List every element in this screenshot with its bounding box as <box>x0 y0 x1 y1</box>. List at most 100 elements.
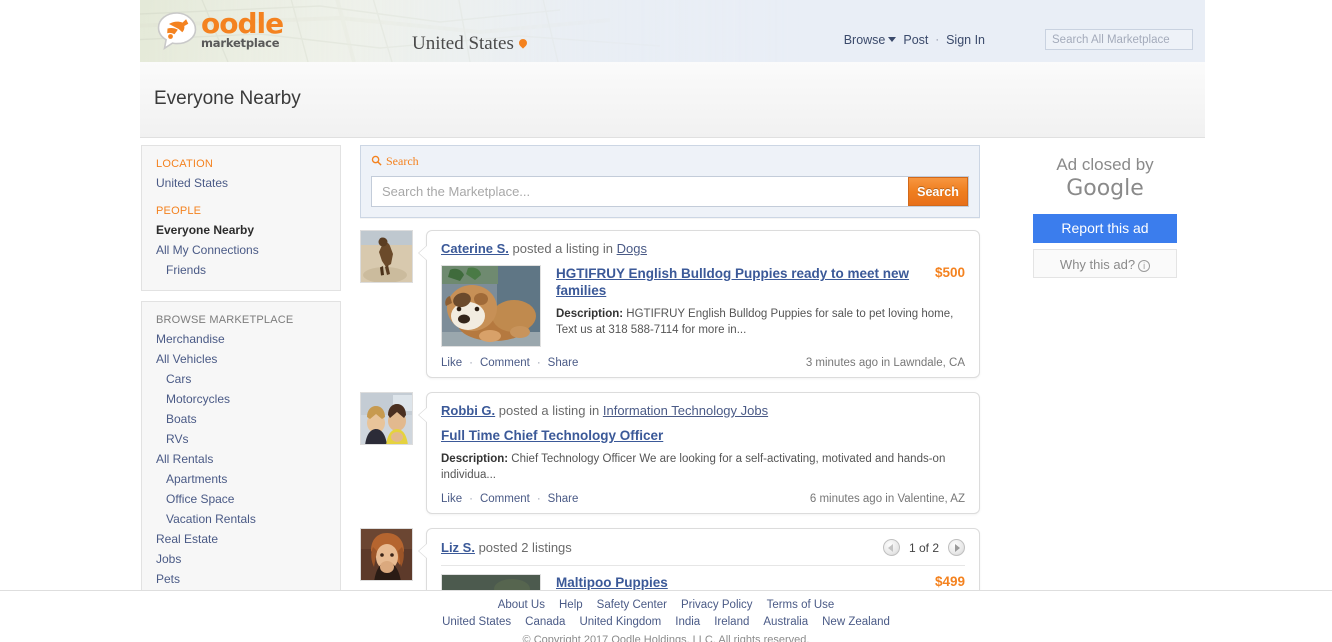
country-selector[interactable]: United States <box>412 33 527 55</box>
post-actions: Like · Comment · Share 6 minutes ago in … <box>441 493 965 505</box>
sidebar-item-vacation-rentals[interactable]: Vacation Rentals <box>142 509 340 529</box>
country-label: United States <box>412 33 514 54</box>
listing-description: Description: Chief Technology Officer We… <box>441 451 965 483</box>
footer-links: About Us Help Safety Center Privacy Policy T… <box>0 591 1332 614</box>
footer-country-canada[interactable]: Canada <box>525 616 565 628</box>
sidebar-people-list: Everyone Nearby All My Connections Frien… <box>142 220 340 280</box>
listing-price: $499 <box>934 574 965 589</box>
chevron-left-icon[interactable] <box>882 539 900 556</box>
listing-description: Description: HGTIFRUY English Bulldog Pu… <box>556 306 965 338</box>
post-author[interactable]: Caterine S. <box>441 241 509 256</box>
comment-button[interactable]: Comment <box>480 357 530 369</box>
listing-head: Maltipoo Puppies $499 <box>556 574 965 591</box>
footer-country-ireland[interactable]: Ireland <box>714 616 749 628</box>
chevron-right-icon[interactable] <box>948 539 965 556</box>
footer-country-australia[interactable]: Australia <box>763 616 808 628</box>
post-byline-mid: posted a listing in <box>508 241 617 256</box>
header-search-input[interactable] <box>1046 30 1205 49</box>
sidebar-item-all-vehicles[interactable]: All Vehicles <box>142 349 340 369</box>
ad-closed-label: Ad closed by <box>1056 155 1154 174</box>
sidebar-item-merchandise[interactable]: Merchandise <box>142 329 340 349</box>
share-button[interactable]: Share <box>548 493 579 505</box>
post-bubble: Robbi G. posted a listing in Information… <box>418 392 980 514</box>
location-pin-icon <box>519 39 527 50</box>
info-icon: i <box>1138 260 1151 272</box>
listing-title[interactable]: Maltipoo Puppies <box>556 574 935 591</box>
action-separator: · <box>536 493 541 505</box>
sidebar: LOCATION United States PEOPLE Everyone N… <box>141 145 341 642</box>
like-button[interactable]: Like <box>441 493 462 505</box>
post-author[interactable]: Robbi G. <box>441 403 495 418</box>
google-brand-label: Google <box>1066 176 1144 201</box>
sidebar-item-everyone-nearby[interactable]: Everyone Nearby <box>142 220 340 240</box>
search-input[interactable] <box>372 177 908 206</box>
sidebar-item-pets[interactable]: Pets <box>142 569 340 589</box>
action-separator: · <box>469 493 473 505</box>
nav-browse[interactable]: Browse <box>844 33 897 47</box>
description-label: Description: <box>556 308 624 320</box>
header-search[interactable] <box>1045 29 1205 50</box>
footer-link-terms-of-use[interactable]: Terms of Use <box>767 599 835 611</box>
listing-title[interactable]: HGTIFRUY English Bulldog Puppies ready t… <box>556 265 935 299</box>
listing: HGTIFRUY English Bulldog Puppies ready t… <box>441 265 965 347</box>
footer-country-india[interactable]: India <box>675 616 700 628</box>
sidebar-item-cars[interactable]: Cars <box>142 369 340 389</box>
listing-title[interactable]: Full Time Chief Technology Officer <box>441 427 965 444</box>
ad-panel: Ad closed by Google Report this ad Why t… <box>1005 145 1205 278</box>
avatar[interactable] <box>360 528 413 581</box>
footer-country-new-zealand[interactable]: New Zealand <box>822 616 890 628</box>
search-button[interactable]: Search <box>908 177 968 206</box>
sidebar-item-apartments[interactable]: Apartments <box>142 469 340 489</box>
post-byline: Caterine S. posted a listing in Dogs <box>441 241 965 256</box>
sidebar-item-all-my-connections[interactable]: All My Connections <box>142 240 340 260</box>
sidebar-item-real-estate[interactable]: Real Estate <box>142 529 340 549</box>
sidebar-item-office-space[interactable]: Office Space <box>142 489 340 509</box>
copyright-text: © Copyright 2017 Oodle Holdings, LLC. Al… <box>522 634 810 642</box>
why-this-ad-button[interactable]: Why this ad? i <box>1033 249 1177 278</box>
listing-thumbnail[interactable] <box>441 265 541 347</box>
content-area: LOCATION United States PEOPLE Everyone N… <box>140 138 1205 642</box>
sidebar-location-list: United States <box>142 173 340 193</box>
search-input-row: Search <box>371 176 969 207</box>
nav-sign-in[interactable]: Sign In <box>946 33 985 47</box>
action-separator: · <box>536 357 541 369</box>
report-this-ad-button[interactable]: Report this ad <box>1033 214 1177 243</box>
sidebar-browse-list: Merchandise All Vehicles Cars Motorcycle… <box>142 329 340 629</box>
footer-link-privacy-policy[interactable]: Privacy Policy <box>681 599 753 611</box>
post-meta: 3 minutes ago in Lawndale, CA <box>805 357 965 369</box>
sidebar-item-friends[interactable]: Friends <box>142 260 340 280</box>
divider <box>441 565 965 566</box>
why-this-ad-label: Why this ad? <box>1059 257 1136 272</box>
post-category[interactable]: Dogs <box>617 241 647 256</box>
like-button[interactable]: Like <box>441 357 462 369</box>
share-button[interactable]: Share <box>548 357 579 369</box>
header-nav: Browse Post · Sign In <box>844 33 985 47</box>
footer-country-united-states[interactable]: United States <box>442 616 511 628</box>
site-logo[interactable]: oodle marketplace <box>156 10 284 51</box>
footer-link-help[interactable]: Help <box>559 599 583 611</box>
footer-link-safety-center[interactable]: Safety Center <box>597 599 667 611</box>
sidebar-item-jobs[interactable]: Jobs <box>142 549 340 569</box>
nav-post[interactable]: Post <box>903 33 928 47</box>
nav-separator: · <box>935 34 940 46</box>
sidebar-item-boats[interactable]: Boats <box>142 409 340 429</box>
search-panel-title: Search <box>386 154 419 168</box>
sidebar-item-motorcycles[interactable]: Motorcycles <box>142 389 340 409</box>
avatar[interactable] <box>360 230 413 283</box>
post-byline: Liz S. posted 2 listings 1 of 2 <box>441 539 965 556</box>
avatar[interactable] <box>360 392 413 445</box>
post-author[interactable]: Liz S. <box>441 540 475 555</box>
post-byline-rest: posted 2 listings <box>474 540 572 555</box>
sidebar-item-united-states[interactable]: United States <box>142 173 340 193</box>
post-bubble: Caterine S. posted a listing in Dogs HGT… <box>418 230 980 378</box>
sidebar-heading-location: LOCATION <box>156 158 214 170</box>
footer-link-about-us[interactable]: About Us <box>498 599 545 611</box>
sidebar-heading-browse: BROWSE MARKETPLACE <box>156 314 294 326</box>
sidebar-item-rvs[interactable]: RVs <box>142 429 340 449</box>
comment-button[interactable]: Comment <box>480 493 530 505</box>
footer-country-united-kingdom[interactable]: United Kingdom <box>579 616 661 628</box>
post-category[interactable]: Information Technology Jobs <box>603 403 768 418</box>
feed-post: Robbi G. posted a listing in Information… <box>360 392 980 514</box>
sidebar-item-all-rentals[interactable]: All Rentals <box>142 449 340 469</box>
